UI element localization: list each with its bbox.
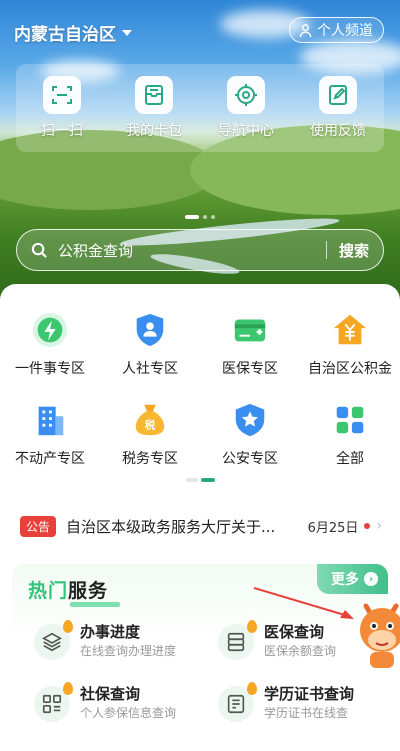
hot-flame-icon [63,682,73,695]
grid-item-real-estate[interactable]: 不动产专区 [0,400,100,468]
quick-action-feedback[interactable]: 使用反馈 [294,76,382,140]
certificate-icon [227,694,245,714]
notice-tag: 公告 [20,515,57,537]
hot-service-progress[interactable]: 办事进度 在线查询办理进度 [34,620,177,660]
grid-item-housing-fund[interactable]: 自治区公积金 [300,310,400,378]
grid-pagination [0,478,400,482]
quick-actions-panel: 扫一扫 我的卡包 导航中心 使用反馈 [16,64,384,152]
services-grid: 一件事专区 人社专区 医保专区 自治区公积金 不动产专区 税 税务专区 公安专区… [0,310,400,468]
grid-item-social[interactable]: 人社专区 [100,310,200,378]
chevron-right-icon: › [376,518,382,534]
personal-channel-button[interactable]: 个人频道 [289,17,384,43]
scan-icon [52,86,72,104]
caret-down-icon [122,29,132,36]
database-icon [227,632,245,652]
hot-service-name: 学历证书查询 [264,685,355,703]
grid-item-label: 自治区公积金 [308,361,392,377]
hot-flame-icon [247,682,257,695]
layers-icon [42,632,62,652]
lightning-icon [32,312,68,348]
apps-icon [42,694,62,714]
notice-bar[interactable]: 公告 自治区本级政务服务大厅关于... 6月25日 › [20,514,382,538]
pagination-dot [203,215,207,219]
police-badge-icon [235,403,265,437]
pagination-dot [185,478,198,482]
grid-item-label: 医保专区 [222,361,278,377]
grid-item-label: 公安专区 [222,451,278,467]
grid-item-label: 一件事专区 [15,361,85,377]
unread-dot-icon [364,523,371,529]
person-icon [299,23,312,37]
grid-item-one-thing[interactable]: 一件事专区 [0,310,100,378]
grid-item-label: 税务专区 [122,451,178,467]
main-card: 一件事专区 人社专区 医保专区 自治区公积金 不动产专区 税 税务专区 公安专区… [0,284,400,751]
pagination-dot [211,215,215,219]
quick-action-navigation[interactable]: 导航中心 [202,76,290,140]
grid-item-label: 全部 [336,451,364,467]
svg-text:税: 税 [145,419,156,432]
hot-flame-icon [63,620,73,633]
search-divider [325,241,327,259]
quick-action-label: 导航中心 [218,123,274,139]
house-yuan-icon [333,314,367,345]
hot-service-name: 社保查询 [80,685,141,703]
mascot-horse-icon[interactable] [356,598,400,670]
hot-service-certificate[interactable]: 学历证书查询 学历证书在线查 [218,682,355,722]
grid-item-label: 不动产专区 [15,451,85,467]
grid-all-icon [336,406,364,434]
tax-bag-icon: 税 [135,404,165,436]
quick-action-wallet[interactable]: 我的卡包 [110,76,198,140]
grid-item-tax[interactable]: 税 税务专区 [100,400,200,468]
search-button[interactable]: 搜索 [339,240,369,261]
medical-card-icon [234,319,266,342]
grid-item-police[interactable]: 公安专区 [200,400,300,468]
search-input[interactable]: 公积金查询 [58,240,326,261]
hot-services-title-accent: 热门 [28,580,69,602]
title-underline [70,602,120,607]
search-bar[interactable]: 公积金查询 搜索 [16,229,384,271]
quick-action-label: 使用反馈 [310,123,366,139]
hot-services-title: 热门服务 [28,576,108,603]
grid-item-label: 人社专区 [122,361,178,377]
notice-date: 6月25日 [307,520,359,536]
hot-service-social-query[interactable]: 社保查询 个人参保信息查询 [34,682,177,722]
chevron-right-icon: › [364,572,378,586]
grid-item-medical[interactable]: 医保专区 [200,310,300,378]
banner-pagination [0,215,400,219]
hot-service-desc: 个人参保信息查询 [80,706,177,720]
hot-service-desc: 在线查询办理进度 [80,644,177,658]
hot-service-name: 医保查询 [264,623,325,641]
search-icon [31,242,47,258]
notice-text: 自治区本级政务服务大厅关于... [66,517,276,536]
grid-item-all[interactable]: 全部 [300,400,400,468]
region-label: 内蒙古自治区 [14,25,116,45]
hot-service-desc: 医保余额查询 [264,644,337,658]
feedback-icon [329,85,347,105]
navigation-icon [235,84,257,106]
pagination-dot-active [200,478,215,482]
pagination-dot-active [185,215,199,219]
hot-service-medical-query[interactable]: 医保查询 医保余额查询 [218,620,337,660]
building-icon [38,406,64,436]
hot-service-desc: 学历证书在线查 [264,706,349,720]
quick-action-scan[interactable]: 扫一扫 [18,76,106,140]
hot-services-title-text: 服务 [68,580,109,602]
card-wallet-icon [145,85,163,105]
person-shield-icon [136,313,164,347]
hot-service-name: 办事进度 [80,623,141,641]
arrow-annotation [253,587,354,619]
personal-channel-label: 个人频道 [317,23,373,39]
quick-action-label: 我的卡包 [126,123,182,139]
quick-action-label: 扫一扫 [41,123,83,139]
region-selector[interactable]: 内蒙古自治区 [14,20,132,45]
